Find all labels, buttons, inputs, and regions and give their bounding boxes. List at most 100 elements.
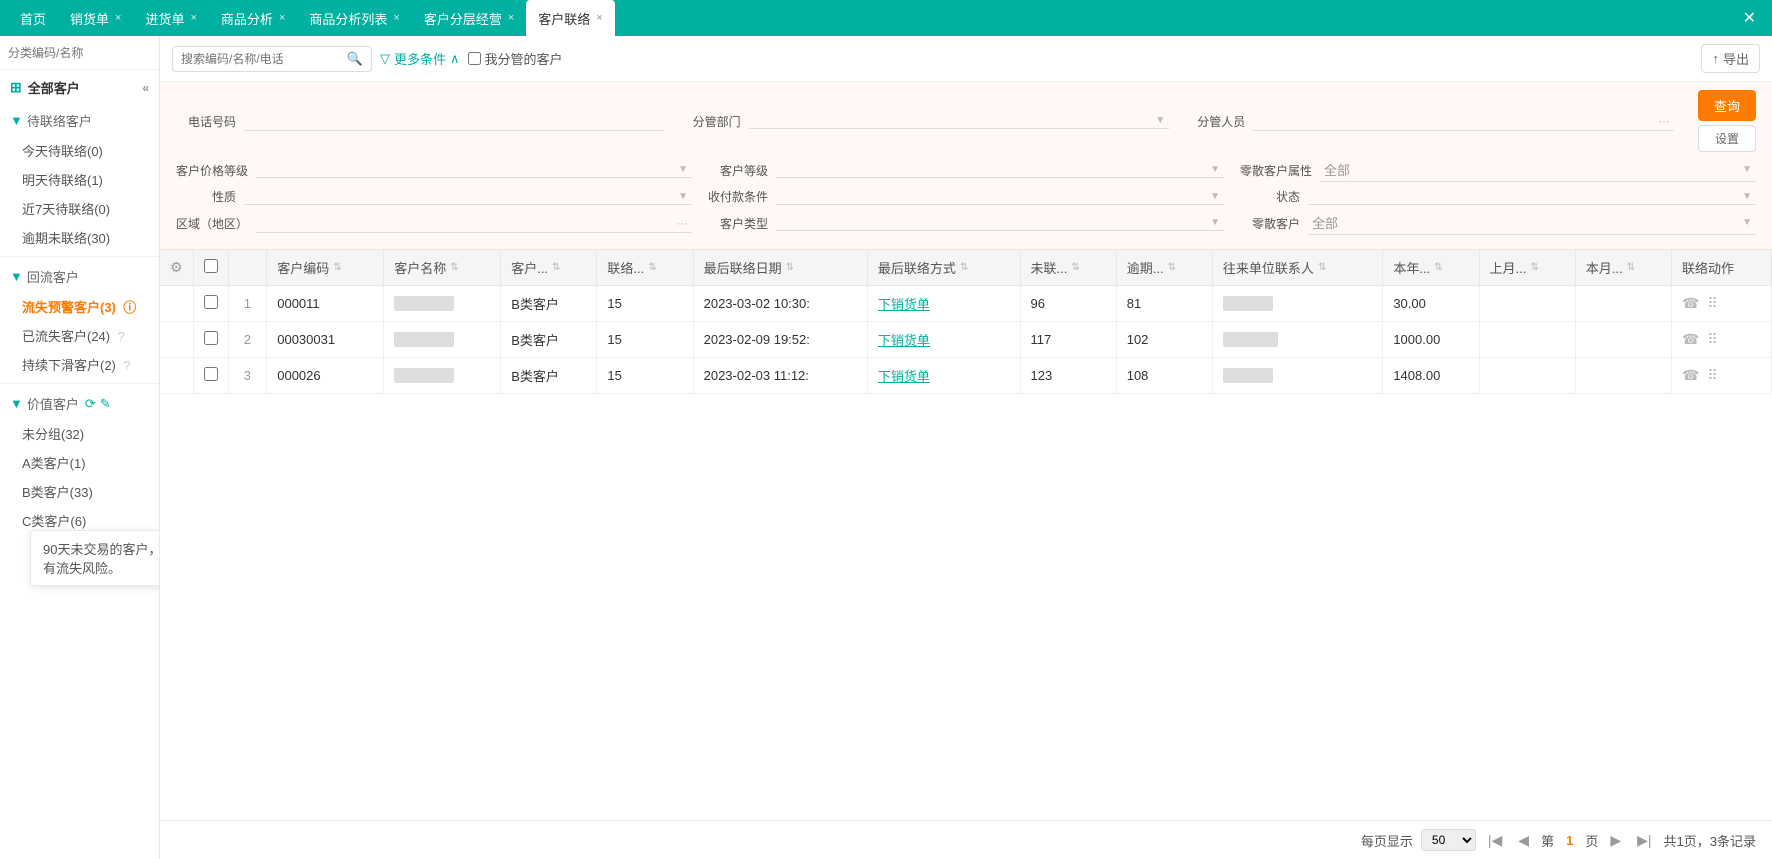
th-name[interactable]: 客户名称 ⇅ <box>384 250 501 286</box>
sidebar-item-tomorrow[interactable]: 明天待联络(1) <box>0 165 159 194</box>
filter-price-level-select[interactable]: ▼ <box>256 162 692 178</box>
row-method-link[interactable]: 下销货单 <box>878 297 930 312</box>
nav-tab-sales-close[interactable]: × <box>115 12 121 24</box>
action-more-icon[interactable]: ⠿ <box>1707 295 1717 312</box>
row-checkbox-1[interactable] <box>204 331 218 345</box>
all-customers-header[interactable]: ⊞ 全部客户 « <box>0 70 159 105</box>
action-more-icon[interactable]: ⠿ <box>1707 331 1717 348</box>
action-more-icon[interactable]: ⠿ <box>1707 367 1717 384</box>
row-last-method[interactable]: 下销货单 <box>867 322 1020 358</box>
sidebar-search-input[interactable] <box>8 46 160 60</box>
select-all-checkbox[interactable] <box>204 259 218 273</box>
action-contact-icon[interactable]: ☎ <box>1682 367 1699 384</box>
my-customers-checkbox[interactable] <box>468 52 481 65</box>
export-button[interactable]: ↑ 导出 <box>1701 44 1760 73</box>
filter-status-select[interactable]: ▼ <box>1308 189 1756 205</box>
section-pending-contact[interactable]: ▼ 待联络客户 <box>0 105 159 136</box>
filter-region-select[interactable]: ··· <box>256 214 692 233</box>
th-settings[interactable]: ⚙ <box>160 250 193 286</box>
sidebar-item-declining[interactable]: 持续下滑客户(2) ? <box>0 350 159 379</box>
th-type[interactable]: 客户... ⇅ <box>501 250 597 286</box>
row-checkbox-2[interactable] <box>204 367 218 381</box>
th-code-label: 客户编码 <box>277 258 329 277</box>
sort-icon-code: ⇅ <box>333 262 341 273</box>
refresh-icon[interactable]: ⟳ <box>85 396 96 412</box>
row-this-year: 1408.00 <box>1383 358 1479 394</box>
row-check-cell[interactable] <box>193 286 228 322</box>
nav-tab-purchase-close[interactable]: × <box>190 12 196 24</box>
filter-customer-type-select[interactable]: ▼ <box>776 215 1224 231</box>
last-page-btn[interactable]: ▶| <box>1633 830 1655 851</box>
filter-manager-select[interactable]: ··· <box>1253 112 1674 131</box>
prev-page-btn[interactable]: ◀ <box>1514 830 1533 851</box>
th-last-contact-date[interactable]: 最后联络日期 ⇅ <box>693 250 867 286</box>
nav-tab-product-list[interactable]: 商品分析列表 × <box>297 0 411 36</box>
nav-tab-product-analysis[interactable]: 商品分析 × <box>209 0 297 36</box>
nav-home[interactable]: 首页 <box>8 9 58 28</box>
nav-tab-customer-layer-close[interactable]: × <box>508 12 514 24</box>
nav-tab-customer-contact[interactable]: 客户联络 × <box>526 0 614 36</box>
total-label: 共1页，3条记录 <box>1664 831 1756 850</box>
th-this-year[interactable]: 本年... ⇅ <box>1383 250 1479 286</box>
row-check-cell[interactable] <box>193 322 228 358</box>
th-this-year-label: 本年... <box>1393 258 1430 277</box>
sidebar-item-a-class[interactable]: A类客户(1) <box>0 448 159 477</box>
filter-region-label: 区域（地区） <box>176 215 248 232</box>
filter-payment-select[interactable]: ▼ <box>776 189 1224 205</box>
per-page-select[interactable]: 50 20 100 <box>1421 829 1476 851</box>
th-last-contact-method[interactable]: 最后联络方式 ⇅ <box>867 250 1020 286</box>
th-uncontacted[interactable]: 未联... ⇅ <box>1020 250 1116 286</box>
sidebar-item-overdue[interactable]: 逾期未联络(30) <box>0 223 159 252</box>
action-contact-icon[interactable]: ☎ <box>1682 331 1699 348</box>
action-contact-icon[interactable]: ☎ <box>1682 295 1699 312</box>
section-churn-customers[interactable]: ▼ 回流客户 <box>0 261 159 292</box>
filter-gender-select[interactable]: ▼ <box>244 189 692 205</box>
th-overdue[interactable]: 逾期... ⇅ <box>1116 250 1212 286</box>
next-page-btn[interactable]: ▶ <box>1606 830 1625 851</box>
th-check[interactable] <box>193 250 228 286</box>
edit-icon[interactable]: ✎ <box>100 396 111 412</box>
sidebar-item-today[interactable]: 今天待联络(0) <box>0 136 159 165</box>
row-last-method[interactable]: 下销货单 <box>867 358 1020 394</box>
filter-zero-attr-select[interactable]: 全部 ▼ <box>1320 158 1756 182</box>
sidebar-item-b-class[interactable]: B类客户(33) <box>0 477 159 506</box>
row-check-cell[interactable] <box>193 358 228 394</box>
nav-tab-customer-contact-close[interactable]: × <box>596 12 602 24</box>
nav-tab-purchase[interactable]: 进货单 × <box>133 0 208 36</box>
nav-tab-product-list-close[interactable]: × <box>393 12 399 24</box>
query-button[interactable]: 查询 <box>1698 90 1756 121</box>
more-conditions-btn[interactable]: ▽ 更多条件 ∧ <box>380 49 460 68</box>
declining-label: 持续下滑客户(2) <box>22 358 116 373</box>
table-settings-icon[interactable]: ⚙ <box>170 259 183 275</box>
row-last-method[interactable]: 下销货单 <box>867 286 1020 322</box>
row-code: 00030031 <box>267 322 384 358</box>
first-page-btn[interactable]: |◀ <box>1484 830 1506 851</box>
filter-zero-customer-select[interactable]: 全部 ▼ <box>1308 211 1756 235</box>
filter-field-region: 区域（地区） ··· <box>176 214 692 233</box>
b-class-label: B类客户(33) <box>22 485 93 500</box>
window-close-button[interactable]: ✕ <box>1735 8 1764 28</box>
section-value-customers[interactable]: ▼ 价值客户 ⟳ ✎ <box>0 388 159 419</box>
th-unit-contact[interactable]: 往来单位联系人 ⇅ <box>1212 250 1382 286</box>
filter-level-select[interactable]: ▼ <box>776 162 1224 178</box>
row-contacts: 15 <box>597 358 693 394</box>
filter-dept-select[interactable]: ▼ <box>749 113 1170 129</box>
sidebar-item-churn-warning[interactable]: 流失预警客户(3) ⓘ <box>0 292 159 321</box>
nav-tab-product-analysis-close[interactable]: × <box>279 12 285 24</box>
filter-phone-input[interactable] <box>244 112 665 131</box>
sidebar-item-ungrouped[interactable]: 未分组(32) <box>0 419 159 448</box>
sidebar-item-week[interactable]: 近7天待联络(0) <box>0 194 159 223</box>
th-code[interactable]: 客户编码 ⇅ <box>267 250 384 286</box>
row-checkbox-0[interactable] <box>204 295 218 309</box>
row-method-link[interactable]: 下销货单 <box>878 369 930 384</box>
nav-tab-customer-layer[interactable]: 客户分层经营 × <box>412 0 526 36</box>
row-method-link[interactable]: 下销货单 <box>878 333 930 348</box>
filter-search-input[interactable] <box>181 52 347 66</box>
th-this-month[interactable]: 本月... ⇅ <box>1575 250 1671 286</box>
th-last-month[interactable]: 上月... ⇅ <box>1479 250 1575 286</box>
th-contacts[interactable]: 联络... ⇅ <box>597 250 693 286</box>
settings-button[interactable]: 设置 <box>1698 125 1756 152</box>
nav-tab-sales[interactable]: 销货单 × <box>58 0 133 36</box>
my-customers-checkbox-area[interactable]: 我分管的客户 <box>468 49 563 68</box>
sidebar-item-churned[interactable]: 已流失客户(24) ? <box>0 321 159 350</box>
